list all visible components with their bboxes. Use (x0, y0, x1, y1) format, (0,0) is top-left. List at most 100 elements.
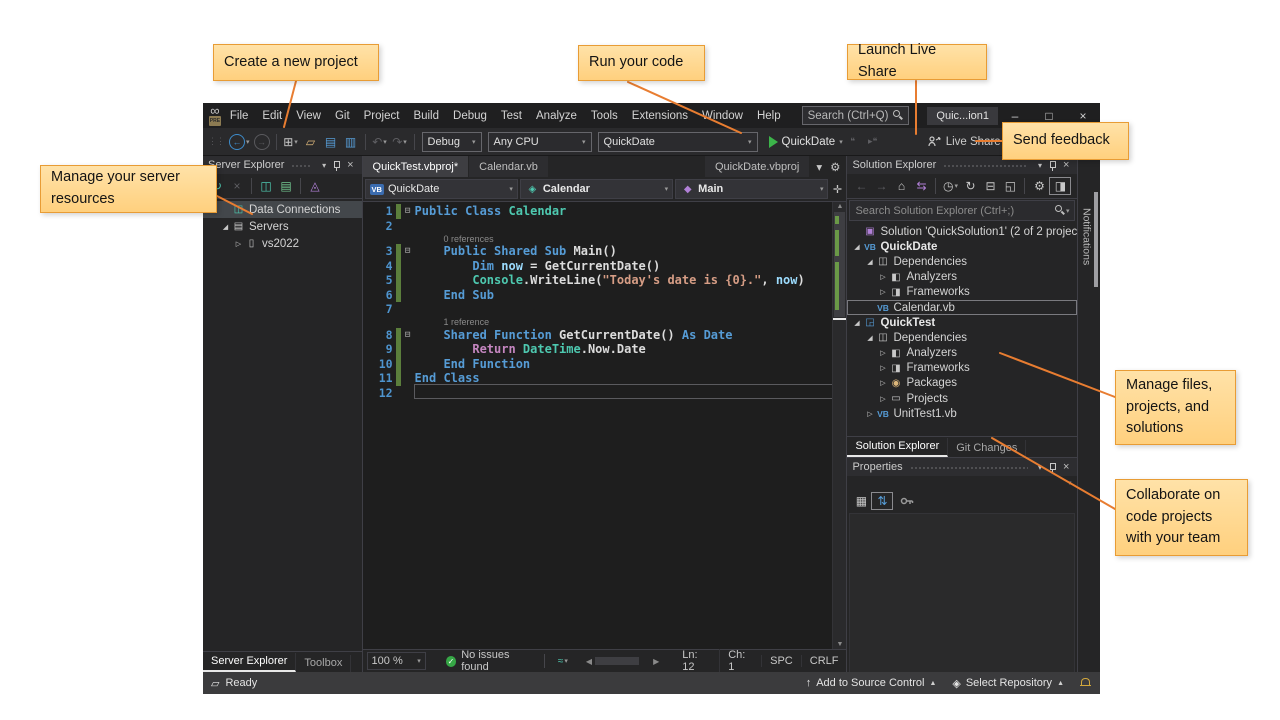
window-position-chevron-icon[interactable]: ▾ (1038, 463, 1042, 472)
nav-dropdown-quickdate[interactable]: VBQuickDate▾ (365, 179, 518, 199)
menu-item-test[interactable]: Test (494, 106, 529, 126)
document-tab-calendar-vb[interactable]: Calendar.vb (469, 156, 548, 177)
issues-label[interactable]: No issues found (461, 649, 536, 673)
menu-item-project[interactable]: Project (357, 106, 407, 126)
new-project-button[interactable]: ⊞▾ (283, 133, 299, 151)
menu-item-view[interactable]: View (289, 106, 328, 126)
tree-item-frameworks[interactable]: ▷◨Frameworks (847, 285, 1077, 300)
tree-item-calendar-vb[interactable]: VBCalendar.vb (847, 300, 1077, 315)
refresh-icon[interactable]: ↻ (962, 177, 978, 195)
collapsed-arrow-icon[interactable]: ▷ (877, 288, 888, 296)
codelens-references[interactable]: 0 references (415, 234, 494, 244)
expanded-arrow-icon[interactable]: ◢ (220, 223, 231, 231)
outlining-collapse-icon[interactable]: ⊟ (401, 330, 415, 340)
home-icon[interactable]: ⌂ (893, 177, 909, 195)
document-health-icon[interactable]: ≈▾ (555, 652, 571, 670)
editor-vertical-scrollbar[interactable]: ▲ ▼ (832, 202, 846, 649)
toolbar-grip[interactable]: ⋮⋮ (208, 136, 224, 147)
run-options-chevron-icon[interactable]: ▾ (839, 138, 843, 146)
code-editor[interactable]: 1⊟Public Class Calendar20 references3⊟ P… (363, 202, 833, 649)
save-all-button[interactable]: ▥ (343, 133, 359, 151)
tree-item-quickdate[interactable]: ◢VBQuickDate (847, 239, 1077, 254)
properties-tool-icon[interactable]: ⚙ (1031, 177, 1047, 195)
window-position-chevron-icon[interactable]: ▾ (1038, 161, 1042, 170)
menu-item-tools[interactable]: Tools (584, 106, 625, 126)
close-panel-icon[interactable]: × (1063, 159, 1069, 171)
tree-item-data-connections[interactable]: ◫Data Connections (203, 201, 362, 218)
editor-options-gear-icon[interactable]: ⚙ (830, 160, 840, 174)
tree-item-dependencies[interactable]: ◢◫Dependencies (847, 330, 1077, 345)
save-button[interactable]: ▤ (323, 133, 339, 151)
column-indicator[interactable]: Ch: 1 (719, 649, 761, 673)
collapsed-arrow-icon[interactable]: ▷ (877, 273, 888, 281)
nav-dropdown-main[interactable]: ◆Main▾ (675, 179, 828, 199)
run-button-label[interactable]: QuickDate (782, 136, 836, 148)
menu-item-git[interactable]: Git (328, 106, 357, 126)
open-file-button[interactable]: ▱ (303, 133, 319, 151)
preview-selected-items-icon[interactable]: ◨ (1049, 177, 1071, 195)
pending-changes-filter-icon[interactable]: ◷▾ (942, 177, 958, 195)
codelens-references[interactable]: 1 reference (415, 317, 490, 327)
collapsed-arrow-icon[interactable]: ▷ (233, 240, 244, 248)
line-indicator[interactable]: Ln: 12 (674, 649, 719, 673)
search-options-chevron-icon[interactable]: ▾ (1066, 207, 1070, 215)
window-position-chevron-icon[interactable]: ▾ (322, 161, 326, 170)
expanded-arrow-icon[interactable]: ◢ (864, 334, 875, 342)
quick-search-input[interactable]: Search (Ctrl+Q) (802, 106, 910, 125)
close-panel-icon[interactable]: × (347, 159, 353, 171)
tree-item-frameworks[interactable]: ▷◨Frameworks (847, 361, 1077, 376)
dock-tab-git-changes[interactable]: Git Changes (948, 440, 1026, 457)
expanded-arrow-icon[interactable]: ◢ (851, 319, 862, 327)
property-pages-icon[interactable] (899, 494, 915, 508)
window-edge-scrollbar[interactable] (1094, 192, 1098, 287)
start-debugging-button[interactable] (769, 136, 778, 148)
menu-item-edit[interactable]: Edit (255, 106, 289, 126)
tree-item-quicktest[interactable]: ◢◲QuickTest (847, 315, 1077, 330)
show-all-files-icon[interactable]: ◱ (1002, 177, 1018, 195)
close-panel-icon[interactable]: × (1063, 461, 1069, 473)
tree-item-solution-quicksolution1-2-of-2-projects-[interactable]: ▣Solution 'QuickSolution1' (2 of 2 proje… (847, 224, 1077, 239)
nav-dropdown-calendar[interactable]: ◈Calendar▾ (520, 179, 673, 199)
tree-item-analyzers[interactable]: ▷◧Analyzers (847, 270, 1077, 285)
alphabetical-sort-icon[interactable]: ⇅ (871, 492, 893, 510)
tree-item-projects[interactable]: ▷▭Projects (847, 391, 1077, 406)
undo-button[interactable]: ↶▾ (372, 133, 388, 151)
menu-item-file[interactable]: File (223, 106, 256, 126)
collapsed-arrow-icon[interactable]: ▷ (877, 395, 888, 403)
connect-to-database-icon[interactable]: ◫ (258, 177, 274, 195)
live-share-icon[interactable] (927, 135, 942, 148)
notifications-tab[interactable]: Notifications (1080, 208, 1092, 265)
solution-platform-dropdown[interactable]: Any CPU▾ (488, 132, 592, 152)
scroll-up-icon[interactable]: ▲ (833, 203, 846, 210)
editor-horizontal-scrollbar[interactable]: ◀▶ (583, 657, 662, 666)
menu-item-help[interactable]: Help (750, 106, 788, 126)
dock-tab-solution-explorer[interactable]: Solution Explorer (847, 438, 948, 457)
tree-item-unittest1-vb[interactable]: ▷VBUnitTest1.vb (847, 406, 1077, 421)
collapsed-arrow-icon[interactable]: ▷ (877, 364, 888, 372)
menu-item-extensions[interactable]: Extensions (625, 106, 695, 126)
startup-project-dropdown[interactable]: QuickDate▾ (598, 132, 758, 152)
split-editor-icon[interactable]: ✛ (830, 183, 844, 196)
add-sharepoint-connection-icon[interactable]: ◬ (307, 177, 323, 195)
menu-item-build[interactable]: Build (406, 106, 446, 126)
collapse-all-icon[interactable]: ⊟ (982, 177, 998, 195)
select-repository-button[interactable]: ◈ Select Repository▲ (952, 677, 1064, 690)
connect-to-server-icon[interactable]: ▤ (278, 177, 294, 195)
tree-item-packages[interactable]: ▷◉Packages (847, 376, 1077, 391)
object-dropdown-chevron-icon[interactable]: ▾ (1068, 479, 1072, 487)
tree-item-servers[interactable]: ◢▤Servers (203, 218, 362, 235)
line-ending-indicator[interactable]: CRLF (801, 655, 847, 667)
sync-with-active-document-icon[interactable]: ⇆ (913, 177, 929, 195)
dock-tab-server-explorer[interactable]: Server Explorer (203, 653, 296, 672)
document-tab-quicktest-vbproj-[interactable]: QuickTest.vbproj* (363, 156, 469, 177)
live-share-label[interactable]: Live Share (946, 136, 1001, 148)
menu-item-analyze[interactable]: Analyze (529, 106, 584, 126)
collapsed-arrow-icon[interactable]: ▷ (877, 349, 888, 357)
expanded-arrow-icon[interactable]: ◢ (864, 258, 875, 266)
scroll-down-icon[interactable]: ▼ (833, 641, 846, 648)
navigate-back-button[interactable]: ←▾ (229, 133, 250, 151)
menu-item-debug[interactable]: Debug (446, 106, 494, 126)
zoom-level-dropdown[interactable]: 100 %▾ (367, 652, 426, 670)
pin-icon[interactable] (1048, 160, 1057, 171)
add-to-source-control-button[interactable]: ↑ Add to Source Control▲ (806, 677, 937, 689)
